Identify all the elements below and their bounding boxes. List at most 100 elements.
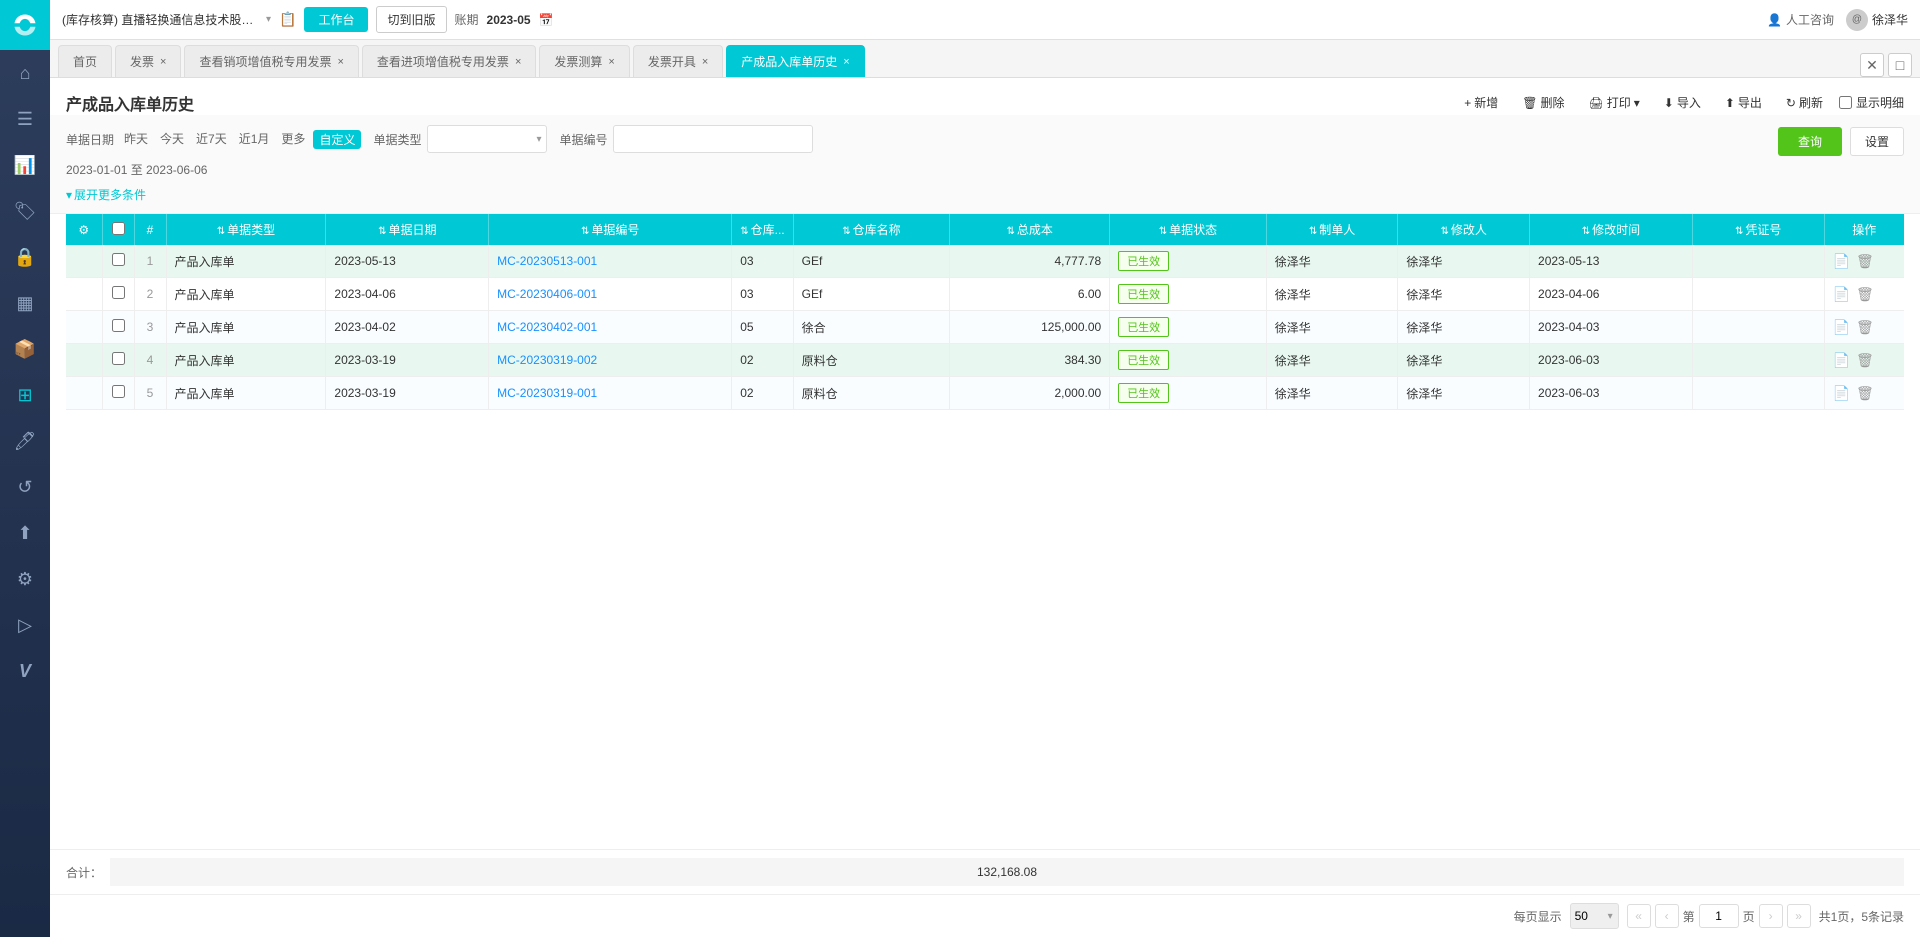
row-number-link[interactable]: MC-20230319-001 [497, 386, 597, 400]
document-icon[interactable]: 📋 [279, 11, 296, 28]
refresh-button[interactable]: ↻ 刷新 [1778, 90, 1831, 115]
sidebar-icon-chart[interactable]: 📊 [0, 142, 50, 188]
type-select[interactable] [427, 125, 547, 153]
col-warehouse-code[interactable]: ⇅仓库... [732, 214, 793, 245]
number-filter-input[interactable] [613, 125, 813, 153]
help-button[interactable]: 👤 人工咨询 [1767, 11, 1834, 28]
sidebar-icon-refresh[interactable]: ↺ [0, 464, 50, 510]
export-button[interactable]: ⬆ 导出 [1717, 90, 1770, 115]
row-total-cost: 6.00 [950, 278, 1110, 311]
delete-row-icon[interactable]: 🗑 [1856, 253, 1874, 270]
col-modify-time[interactable]: ⇅修改时间 [1530, 214, 1693, 245]
import-button[interactable]: ⬇ 导入 [1656, 90, 1709, 115]
row-checkbox[interactable] [112, 253, 125, 266]
date-today-btn[interactable]: 今天 [156, 130, 188, 149]
sidebar-icon-tag[interactable]: 🏷 [0, 188, 50, 234]
sidebar-icon-lock[interactable]: 🔒 [0, 234, 50, 280]
edit-icon[interactable]: 📄 [1833, 286, 1850, 303]
sidebar-icon-active[interactable]: ⊞ [0, 372, 50, 418]
col-status[interactable]: ⇅单据状态 [1110, 214, 1267, 245]
switch-version-button[interactable]: 切到旧版 [376, 6, 446, 33]
col-type[interactable]: ⇅单据类型 [166, 214, 326, 245]
edit-icon[interactable]: 📄 [1833, 385, 1850, 402]
row-number-link[interactable]: MC-20230319-002 [497, 353, 597, 367]
edit-icon[interactable]: 📄 [1833, 319, 1850, 336]
page-number-input[interactable] [1699, 904, 1739, 928]
prev-page-button[interactable]: ‹ [1655, 904, 1679, 928]
sidebar-icon-grid[interactable]: ▦ [0, 280, 50, 326]
date-custom-btn[interactable]: 自定义 [313, 130, 361, 149]
window-close-button[interactable]: ✕ [1860, 53, 1884, 77]
user-info[interactable]: @ 徐泽华 [1846, 9, 1908, 31]
expand-filter-button[interactable]: ▾ 展开更多条件 [66, 186, 1904, 203]
tab-input-vat-close[interactable]: × [515, 56, 521, 68]
date-yesterday-btn[interactable]: 昨天 [120, 130, 152, 149]
tab-invoice[interactable]: 发票 × [115, 45, 181, 77]
delete-row-icon[interactable]: 🗑 [1856, 319, 1874, 336]
col-modifier[interactable]: ⇅修改人 [1398, 214, 1530, 245]
app-logo[interactable] [0, 0, 50, 50]
date-filter-group: 单据日期 昨天 今天 近7天 近1月 更多 自定义 [66, 130, 361, 149]
sidebar-icon-menu[interactable]: ☰ [0, 96, 50, 142]
date-more-btn[interactable]: 更多 [277, 130, 309, 149]
show-detail-input[interactable] [1839, 96, 1852, 109]
sidebar-icon-box[interactable]: 📦 [0, 326, 50, 372]
row-number-link[interactable]: MC-20230513-001 [497, 254, 597, 268]
window-maximize-button[interactable]: □ [1888, 53, 1912, 77]
edit-icon[interactable]: 📄 [1833, 253, 1850, 270]
sidebar-icon-pen[interactable]: 🖊 [0, 418, 50, 464]
sidebar-icon-upload[interactable]: ⬆ [0, 510, 50, 556]
tab-invoice-open-close[interactable]: × [702, 56, 708, 68]
select-all-checkbox[interactable] [112, 222, 125, 235]
edit-icon[interactable]: 📄 [1833, 352, 1850, 369]
calendar-icon[interactable]: 📅 [539, 13, 554, 27]
row-checkbox-cell [102, 377, 134, 410]
col-date[interactable]: ⇅单据日期 [326, 214, 489, 245]
row-number-link[interactable]: MC-20230402-001 [497, 320, 597, 334]
col-total-cost[interactable]: ⇅总成本 [950, 214, 1110, 245]
tab-invoice-open[interactable]: 发票开具 × [633, 45, 723, 77]
tab-invoice-calc-close[interactable]: × [608, 56, 614, 68]
delete-row-icon[interactable]: 🗑 [1856, 385, 1874, 402]
tab-product-in-close[interactable]: × [843, 56, 849, 68]
new-button[interactable]: + 新增 [1456, 90, 1506, 115]
first-page-button[interactable]: « [1627, 904, 1651, 928]
delete-button[interactable]: 🗑 删除 [1514, 90, 1572, 115]
tab-home[interactable]: 首页 [58, 45, 112, 77]
col-creator[interactable]: ⇅制单人 [1266, 214, 1398, 245]
tab-invoice-close[interactable]: × [160, 56, 166, 68]
sidebar-icon-home[interactable]: ⌂ [0, 50, 50, 96]
delete-row-icon[interactable]: 🗑 [1856, 352, 1874, 369]
page-size-select[interactable]: 20 50 100 200 [1570, 903, 1619, 929]
workbench-button[interactable]: 工作台 [304, 7, 368, 32]
setting-button[interactable]: 设置 [1850, 127, 1904, 156]
date-7days-btn[interactable]: 近7天 [192, 130, 231, 149]
row-number-link[interactable]: MC-20230406-001 [497, 287, 597, 301]
sidebar-icon-play[interactable]: ▷ [0, 602, 50, 648]
col-voucher[interactable]: ⇅凭证号 [1692, 214, 1824, 245]
tab-sales-vat[interactable]: 查看销项增值税专用发票 × [184, 45, 358, 77]
row-checkbox[interactable] [112, 319, 125, 332]
last-page-button[interactable]: » [1787, 904, 1811, 928]
print-button[interactable]: 🖨 打印 ▾ [1580, 90, 1647, 115]
sidebar-icon-settings[interactable]: ⚙ [0, 556, 50, 602]
company-selector[interactable]: (库存核算) 直播轻换通信息技术股份... ▾ [62, 11, 271, 28]
tab-product-in[interactable]: 产成品入库单历史 × [726, 45, 864, 77]
tab-invoice-calc[interactable]: 发票测算 × [539, 45, 629, 77]
col-settings[interactable]: ⚙ [66, 214, 102, 245]
date-1month-btn[interactable]: 近1月 [235, 130, 274, 149]
col-number[interactable]: ⇅单据编号 [489, 214, 732, 245]
status-badge: 已生效 [1118, 350, 1169, 370]
col-warehouse-name[interactable]: ⇅仓库名称 [793, 214, 950, 245]
query-button[interactable]: 查询 [1778, 127, 1842, 156]
row-num: 3 [134, 311, 166, 344]
row-checkbox[interactable] [112, 286, 125, 299]
next-page-button[interactable]: › [1759, 904, 1783, 928]
sidebar-icon-version[interactable]: V [0, 648, 50, 694]
row-checkbox[interactable] [112, 385, 125, 398]
row-checkbox[interactable] [112, 352, 125, 365]
delete-row-icon[interactable]: 🗑 [1856, 286, 1874, 303]
tab-input-vat[interactable]: 查看进项增值税专用发票 × [362, 45, 536, 77]
tab-sales-vat-close[interactable]: × [337, 56, 343, 68]
show-detail-checkbox[interactable]: 显示明细 [1839, 94, 1904, 111]
